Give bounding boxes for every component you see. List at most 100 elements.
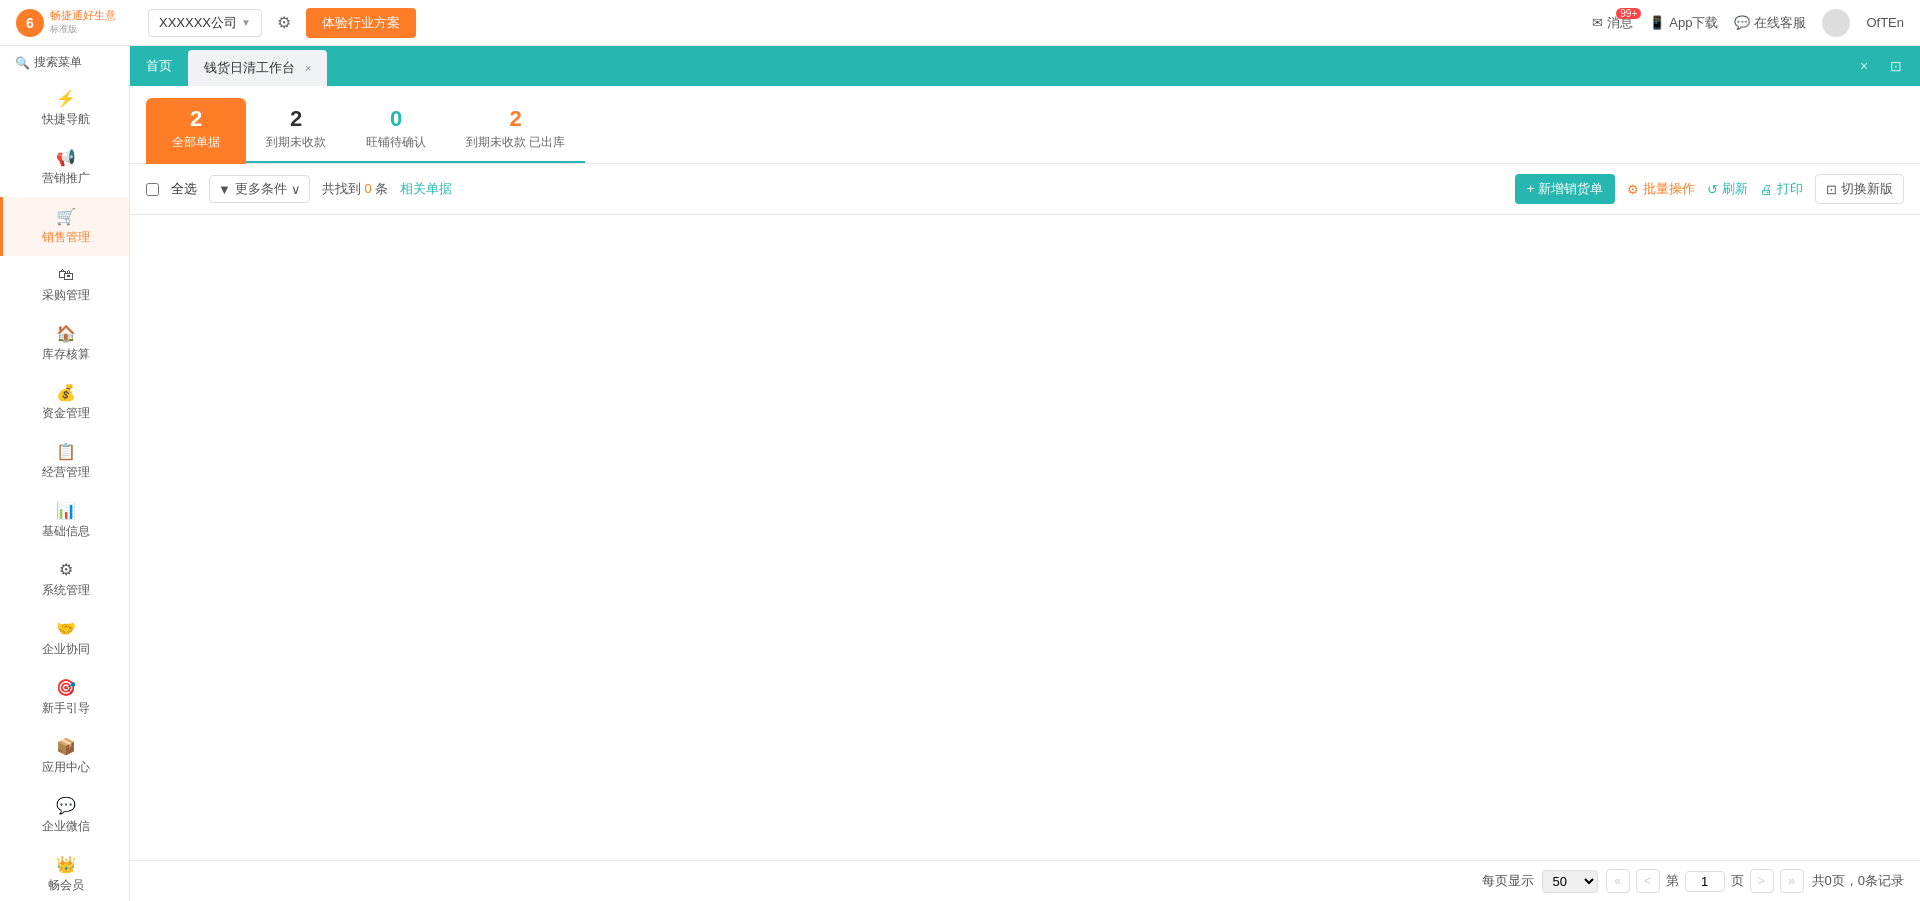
tab-bar: 首页 钱货日清工作台 × × ⊡: [130, 46, 1920, 86]
sidebar-item-label: 资金管理: [42, 405, 90, 422]
message-badge: 99+: [1616, 8, 1641, 19]
print-icon: 🖨: [1760, 182, 1773, 197]
sidebar-item-label: 企业协同: [42, 641, 90, 658]
sidebar-item-wechat[interactable]: 💬 企业微信: [0, 786, 129, 845]
top-bar: 6 畅捷通好生意 标准版 XXXXXX公司 ▼ ⚙ 体验行业方案 ✉ 消息 99…: [0, 0, 1920, 46]
sidebar-item-system[interactable]: ⚙ 系统管理: [0, 550, 129, 609]
sidebar-search[interactable]: 🔍 搜索菜单: [0, 46, 129, 79]
per-page-label: 每页显示: [1482, 872, 1534, 890]
member-icon: 👑: [56, 855, 76, 874]
refresh-button[interactable]: ↺ 刷新: [1707, 180, 1748, 198]
refresh-label: 刷新: [1722, 180, 1748, 198]
app-center-icon: 📦: [56, 737, 76, 756]
sidebar-item-marketing[interactable]: 📢 营销推广: [0, 138, 129, 197]
current-page-label: 第: [1666, 872, 1679, 890]
sidebar-item-label: 快捷导航: [42, 111, 90, 128]
select-all-checkbox[interactable]: [146, 183, 159, 196]
stat-tab-overdue-shipped[interactable]: 2 到期未收款 已出库: [446, 98, 585, 163]
search-icon: 🔍: [15, 56, 30, 70]
sidebar-item-inventory[interactable]: 🏠 库存核算: [0, 314, 129, 373]
prev-page-button[interactable]: <: [1636, 869, 1660, 893]
stat-label-all: 全部单据: [166, 134, 226, 151]
content-area: 首页 钱货日清工作台 × × ⊡ 2 全部单据: [130, 46, 1920, 901]
last-page-button[interactable]: »: [1780, 869, 1804, 893]
sidebar-item-sales[interactable]: 🛒 销售管理: [0, 197, 129, 256]
first-page-button[interactable]: «: [1606, 869, 1630, 893]
print-button[interactable]: 🖨 打印: [1760, 180, 1803, 198]
app-download-button[interactable]: 📱 App下载: [1649, 14, 1718, 32]
sidebar-item-label: 基础信息: [42, 523, 90, 540]
username[interactable]: OfTEn: [1866, 15, 1904, 30]
window-restore-button[interactable]: ⊡: [1884, 54, 1908, 78]
refresh-icon: ↺: [1707, 182, 1718, 197]
sidebar-item-basic-info[interactable]: 📊 基础信息: [0, 491, 129, 550]
service-icon: 💬: [1734, 15, 1750, 30]
page-input[interactable]: [1685, 871, 1725, 892]
new-order-button[interactable]: + 新增销货单: [1515, 174, 1615, 204]
tab-close-icon[interactable]: ×: [305, 62, 311, 74]
settings-button[interactable]: ⚙: [270, 9, 298, 37]
tab-work-bench[interactable]: 钱货日清工作台 ×: [188, 50, 327, 86]
home-tab-label: 首页: [146, 57, 172, 75]
trial-button[interactable]: 体验行业方案: [306, 8, 416, 38]
toolbar-right: + 新增销货单 ⚙ 批量操作 ↺ 刷新 🖨 打印 ⊡: [1515, 174, 1904, 204]
stat-num-pending: 0: [366, 106, 426, 132]
message-button[interactable]: ✉ 消息 99+: [1592, 14, 1633, 32]
stat-tab-all[interactable]: 2 全部单据: [146, 98, 246, 164]
sidebar-item-member[interactable]: 👑 畅会员: [0, 845, 129, 901]
switch-label: 切换新版: [1841, 180, 1893, 198]
sidebar-item-app-center[interactable]: 📦 应用中心: [0, 727, 129, 786]
logo-title: 畅捷通好生意: [50, 9, 116, 22]
switch-version-button[interactable]: ⊡ 切换新版: [1815, 174, 1904, 204]
sidebar: 🔍 搜索菜单 ⚡ 快捷导航 📢 营销推广 🛒 销售管理 🛍 采购管理 🏠 库存核…: [0, 46, 130, 901]
close-icon: ×: [1860, 58, 1868, 74]
basic-info-icon: 📊: [56, 501, 76, 520]
stat-label-overdue: 到期未收款: [266, 134, 326, 151]
company-name: XXXXXX公司: [159, 14, 237, 32]
system-icon: ⚙: [59, 560, 73, 579]
stat-num-overdue-shipped: 2: [466, 106, 565, 132]
sidebar-item-newbie[interactable]: 🎯 新手引导: [0, 668, 129, 727]
purchase-icon: 🛍: [58, 266, 74, 284]
top-bar-right: ✉ 消息 99+ 📱 App下载 💬 在线客服 OfTEn: [1592, 9, 1904, 37]
select-all-label: 全选: [171, 180, 197, 198]
tab-home[interactable]: 首页: [130, 57, 188, 75]
sidebar-item-finance[interactable]: 💰 资金管理: [0, 373, 129, 432]
stat-num-all: 2: [166, 106, 226, 132]
sidebar-item-enterprise[interactable]: 🤝 企业协同: [0, 609, 129, 668]
batch-operation-button[interactable]: ⚙ 批量操作: [1627, 180, 1695, 198]
next-icon: >: [1758, 874, 1765, 888]
table-area: [130, 215, 1920, 860]
first-page-icon: «: [1614, 874, 1621, 888]
operations-icon: 📋: [56, 442, 76, 461]
window-controls: × ⊡: [1852, 54, 1920, 78]
sidebar-item-label: 畅会员: [48, 877, 84, 894]
toolbar: 全选 ▼ 更多条件 ∨ 共找到 0 条 相关单据 + 新增销货单 ⚙ 批量操作: [130, 164, 1920, 215]
window-close-button[interactable]: ×: [1852, 54, 1876, 78]
next-page-button[interactable]: >: [1750, 869, 1774, 893]
top-bar-left: 6 畅捷通好生意 标准版 XXXXXX公司 ▼ ⚙ 体验行业方案: [16, 8, 416, 38]
message-icon: ✉: [1592, 15, 1603, 30]
newbie-icon: 🎯: [56, 678, 76, 697]
sidebar-item-quick-nav[interactable]: ⚡ 快捷导航: [0, 79, 129, 138]
stat-tab-pending[interactable]: 0 旺铺待确认: [346, 98, 446, 163]
filter-button[interactable]: ▼ 更多条件 ∨: [209, 175, 310, 203]
stat-label-overdue-shipped: 到期未收款 已出库: [466, 134, 565, 151]
quick-nav-icon: ⚡: [56, 89, 76, 108]
stat-tab-overdue[interactable]: 2 到期未收款: [246, 98, 346, 163]
sidebar-item-operations[interactable]: 📋 经营管理: [0, 432, 129, 491]
logo-area: 6 畅捷通好生意 标准版: [16, 9, 116, 37]
per-page-select[interactable]: 50 20 100: [1542, 870, 1598, 893]
batch-icon: ⚙: [1627, 182, 1639, 197]
main-layout: 🔍 搜索菜单 ⚡ 快捷导航 📢 营销推广 🛒 销售管理 🛍 采购管理 🏠 库存核…: [0, 46, 1920, 901]
online-service-button[interactable]: 💬 在线客服: [1734, 14, 1806, 32]
page-suffix: 页: [1731, 872, 1744, 890]
filter-label: 更多条件: [235, 180, 287, 198]
gear-icon: ⚙: [277, 13, 291, 32]
related-orders-link[interactable]: 相关单据: [400, 180, 452, 198]
sidebar-item-purchase[interactable]: 🛍 采购管理: [0, 256, 129, 314]
sidebar-item-label: 新手引导: [42, 700, 90, 717]
avatar: [1822, 9, 1850, 37]
total-info: 共0页，0条记录: [1812, 872, 1904, 890]
company-selector[interactable]: XXXXXX公司 ▼: [148, 9, 262, 37]
